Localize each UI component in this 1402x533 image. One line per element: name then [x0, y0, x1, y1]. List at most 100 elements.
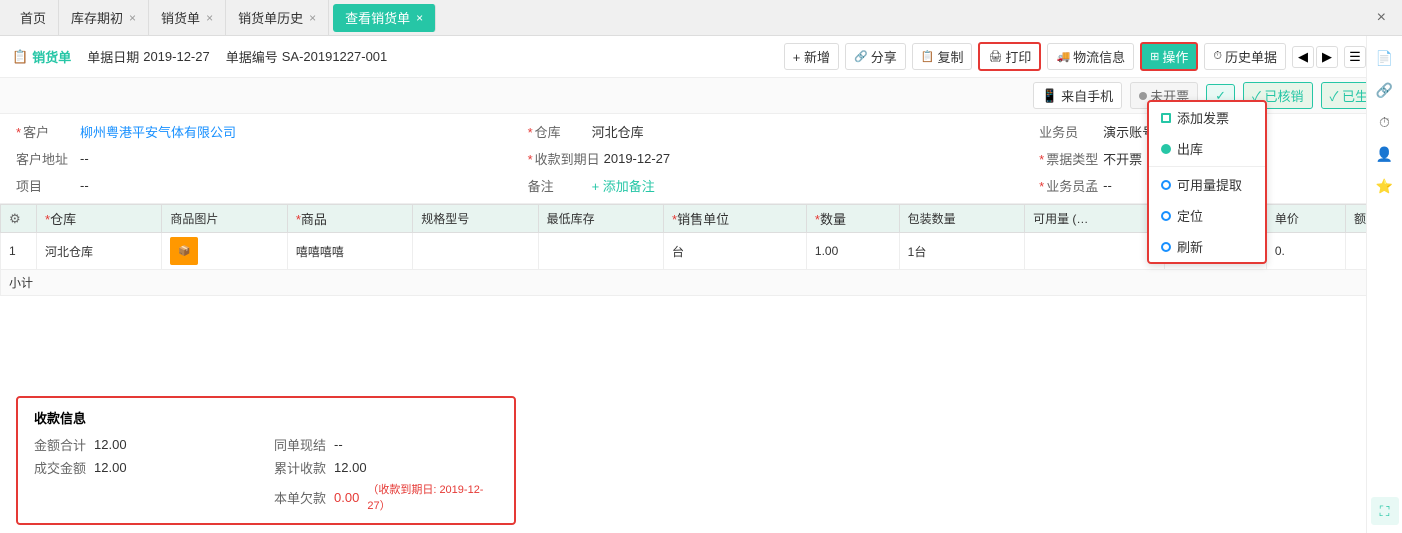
share-button[interactable]: 🔗 分享 — [845, 43, 906, 70]
cumulative-payment-row: 累计收款 12.00 — [274, 458, 498, 477]
tab-inventory-label: 库存期初 — [71, 8, 123, 27]
tab-sales-label: 销货单 — [161, 8, 200, 27]
add-remark-button[interactable]: + 添加备注 — [592, 176, 655, 195]
payment-date-label: 收款到期日 — [528, 149, 600, 168]
staff2-label: 业务员孟 — [1039, 176, 1099, 195]
logistics-button[interactable]: 🚚 物流信息 — [1047, 43, 1134, 70]
col-quantity: *数量 — [806, 205, 899, 233]
cell-index: 1 — [1, 233, 37, 270]
dropdown-refresh[interactable]: 刷新 — [1149, 231, 1265, 262]
operation-button-label: 操作 — [1162, 47, 1188, 66]
tab-home[interactable]: 首页 — [8, 0, 59, 35]
right-sidebar: 📄 🔗 ⏱ 👤 ⭐ ⛶ — [1366, 36, 1402, 533]
project-value: -- — [80, 178, 89, 193]
sidebar-history-icon[interactable]: ⏱ — [1371, 108, 1399, 136]
sidebar-link-icon[interactable]: 🔗 — [1371, 76, 1399, 104]
doc-icon: 📋 — [12, 49, 28, 65]
doc-meta: 单据日期 2019-12-27 单据编号 SA-20191227-001 — [87, 47, 387, 66]
copy-button-label: 复制 — [937, 47, 963, 66]
add-invoice-label: 添加发票 — [1177, 108, 1229, 127]
tab-inventory-close[interactable]: × — [129, 11, 136, 25]
customer-label: 客户 — [16, 122, 76, 141]
summary-panel: 收款信息 金额合计 12.00 成交金额 12.00 同单现结 -- 累计收款 — [16, 396, 516, 525]
customer-value[interactable]: 柳州粤港平安气体有限公司 — [80, 122, 236, 141]
available-fetch-icon — [1161, 180, 1171, 190]
col-product-image: 商品图片 — [162, 205, 287, 233]
new-button-label: + 新增 — [793, 47, 830, 66]
col-available: 可用量 (… — [1025, 205, 1165, 233]
prev-button[interactable]: ◀ — [1292, 46, 1314, 68]
dropdown-add-invoice[interactable]: 添加发票 — [1149, 102, 1265, 133]
refresh-icon — [1161, 242, 1171, 252]
summary-col-right: 同单现结 -- 累计收款 12.00 本单欠款 0.00 （收款到期日: 201… — [274, 435, 498, 513]
doc-actions: + 新增 🔗 分享 📋 复制 🖨 打印 🚚 物流信息 ⊞ 操作 — [784, 42, 1390, 71]
customer-field: 客户 柳州粤港平安气体有限公司 — [16, 122, 512, 141]
tab-history-close[interactable]: × — [309, 11, 316, 25]
tab-history-label: 销货单历史 — [238, 8, 303, 27]
cell-available — [1025, 233, 1165, 270]
list-view-button[interactable]: ☰ — [1344, 46, 1366, 68]
transaction-amount-label: 成交金额 — [34, 458, 86, 477]
tab-view-close[interactable]: × — [416, 11, 423, 25]
tab-bar-close-button[interactable]: × — [1369, 9, 1394, 27]
dropdown-location[interactable]: 定位 — [1149, 200, 1265, 231]
current-arrears-label: 本单欠款 — [274, 488, 326, 507]
doc-title: 📋 销货单 — [12, 47, 71, 66]
summary-title: 收款信息 — [34, 408, 498, 427]
col-settings[interactable]: ⚙ — [1, 205, 37, 233]
dropdown-divider-1 — [1149, 166, 1265, 167]
single-settlement-row: 同单现结 -- — [274, 435, 498, 454]
tab-sales-history[interactable]: 销货单历史 × — [226, 0, 329, 35]
tab-view-sales[interactable]: 查看销货单 × — [333, 4, 436, 32]
subtotal-label: 小计 — [1, 270, 1402, 296]
sidebar-expand-icon[interactable]: ⛶ — [1371, 497, 1399, 525]
current-arrears-value: 0.00 — [334, 490, 359, 505]
sidebar-star-icon[interactable]: ⭐ — [1371, 172, 1399, 200]
col-min-stock: 最低库存 — [538, 205, 663, 233]
new-button[interactable]: + 新增 — [784, 43, 839, 70]
col-spec: 规格型号 — [413, 205, 538, 233]
nav-arrows: ◀ ▶ — [1292, 46, 1338, 68]
doc-number-label: 单据编号 — [226, 47, 278, 66]
address-value: -- — [80, 151, 89, 166]
sidebar-document-icon[interactable]: 📄 — [1371, 44, 1399, 72]
copy-button[interactable]: 📋 复制 — [912, 43, 973, 70]
single-settlement-value: -- — [334, 437, 343, 452]
cell-unit-price: 0. — [1266, 233, 1345, 270]
doc-date-value: 2019-12-27 — [143, 49, 210, 64]
settings-icon[interactable]: ⚙ — [9, 211, 21, 226]
dropdown-menu: 添加发票 出库 可用量提取 定位 刷新 — [1147, 100, 1267, 264]
remark-field: 备注 + 添加备注 — [528, 176, 1024, 195]
cell-package-qty: 1台 — [899, 233, 1024, 270]
address-field: 客户地址 -- — [16, 149, 512, 168]
product-thumb-icon: 📦 — [178, 246, 190, 257]
print-button[interactable]: 🖨 打印 — [978, 42, 1041, 71]
cell-product-image: 📦 — [162, 233, 287, 270]
print-button-label: 打印 — [1005, 47, 1031, 66]
cumulative-payment-value: 12.00 — [334, 460, 367, 475]
dropdown-available-fetch[interactable]: 可用量提取 — [1149, 169, 1265, 200]
operation-button[interactable]: ⊞ 操作 — [1140, 42, 1198, 71]
tab-sales-order[interactable]: 销货单 × — [149, 0, 226, 35]
history-button[interactable]: ⏱ 历史单据 — [1204, 43, 1286, 70]
total-amount-value: 12.00 — [94, 437, 127, 452]
location-icon — [1161, 211, 1171, 221]
phone-icon: 📱 — [1042, 88, 1058, 104]
project-field: 项目 -- — [16, 176, 512, 195]
cell-product: 嘻嘻嘻嘻 — [287, 233, 412, 270]
sidebar-user-icon[interactable]: 👤 — [1371, 140, 1399, 168]
from-phone-label: 来自手机 — [1061, 86, 1113, 105]
tab-bar: 首页 库存期初 × 销货单 × 销货单历史 × 查看销货单 × × — [0, 0, 1402, 36]
transaction-amount-value: 12.00 — [94, 460, 127, 475]
from-phone-button[interactable]: 📱 来自手机 — [1033, 82, 1122, 109]
next-button[interactable]: ▶ — [1316, 46, 1338, 68]
tab-inventory-init[interactable]: 库存期初 × — [59, 0, 149, 35]
cell-sales-unit: 台 — [664, 233, 807, 270]
col-product: *商品 — [287, 205, 412, 233]
tab-sales-close[interactable]: × — [206, 11, 213, 25]
project-label: 项目 — [16, 176, 76, 195]
staff2-value: -- — [1103, 178, 1112, 193]
dropdown-outbound[interactable]: 出库 — [1149, 133, 1265, 164]
available-fetch-label: 可用量提取 — [1177, 175, 1242, 194]
doc-date-label: 单据日期 — [87, 47, 139, 66]
